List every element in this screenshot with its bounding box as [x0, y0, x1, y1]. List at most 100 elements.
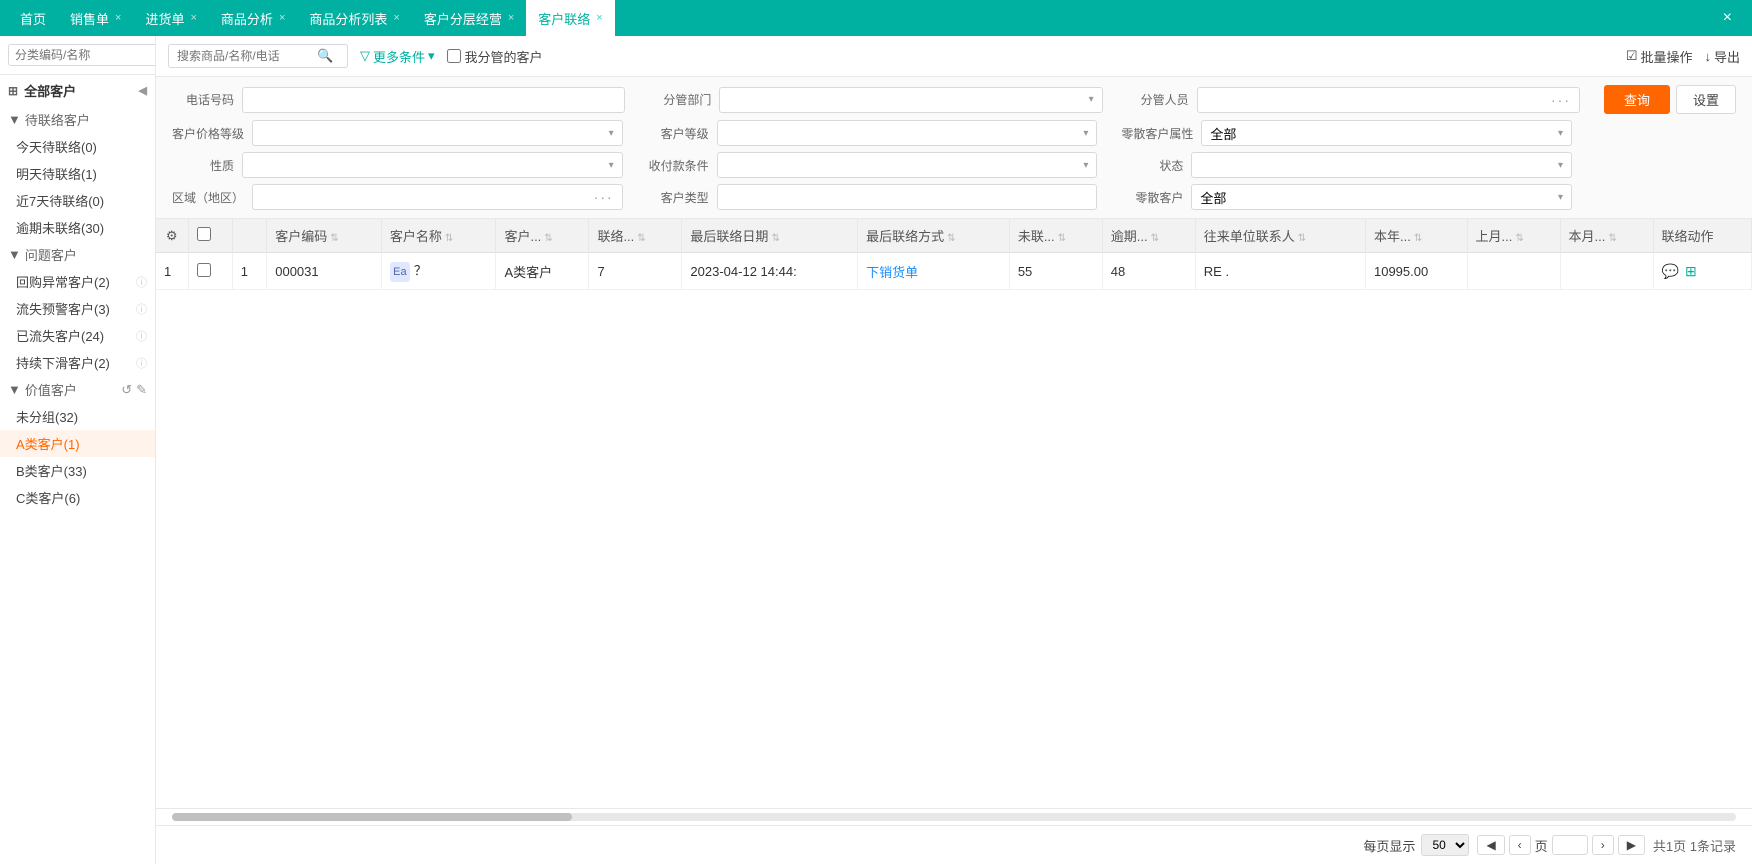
- my-customers-checkbox-wrap[interactable]: 我分管的客户: [447, 47, 543, 66]
- page-input[interactable]: 1: [1552, 835, 1588, 855]
- chevron-status-icon: ▾: [1558, 160, 1563, 171]
- sidebar-item-today[interactable]: 今天待联络(0): [0, 133, 155, 160]
- chat-icon[interactable]: 💬: [1662, 263, 1679, 280]
- filter-bar: 🔍 ▽ 更多条件 ▾ 我分管的客户 ☑ 批量操作 ↓ 导出: [156, 36, 1752, 77]
- settings-button[interactable]: 设置: [1676, 85, 1736, 114]
- sidebar-item-repurchase-abnormal[interactable]: 回购异常客户(2) ⓘ: [0, 268, 155, 295]
- close-sales-tab[interactable]: ×: [115, 12, 121, 24]
- edit-icon[interactable]: ✎: [136, 382, 147, 398]
- filter-cell-customer-type: 客户类型: [647, 184, 1098, 210]
- filter-select-price-level[interactable]: ▾: [252, 120, 623, 146]
- nav-customer-contact[interactable]: 客户联络 ×: [526, 0, 614, 36]
- th-no-contact[interactable]: 未联...⇅: [1009, 219, 1102, 253]
- sidebar-item-c-class[interactable]: C类客户(6): [0, 484, 155, 511]
- th-overdue[interactable]: 逾期...⇅: [1102, 219, 1195, 253]
- select-all-checkbox[interactable]: [197, 227, 211, 241]
- th-type[interactable]: 客户...⇅: [496, 219, 589, 253]
- last-page-button[interactable]: ▶: [1618, 835, 1645, 855]
- sort-name-icon: ⇅: [445, 233, 453, 244]
- info-icon-4: ⓘ: [136, 355, 147, 371]
- sidebar-item-churn-warning[interactable]: 流失预警客户(3) ⓘ: [0, 295, 155, 322]
- th-action: 联络动作: [1653, 219, 1752, 253]
- filter-select-retail[interactable]: 全部 ▾: [1191, 184, 1572, 210]
- th-last-month[interactable]: 上月...⇅: [1467, 219, 1560, 253]
- filter-select-payment[interactable]: ▾: [717, 152, 1098, 178]
- nav-sales[interactable]: 销售单 ×: [58, 0, 133, 36]
- td-last-contact-date: 2023-04-12 14:44:: [682, 253, 858, 290]
- more-filters-button[interactable]: ▽ 更多条件 ▾: [360, 47, 435, 66]
- td-row-num: 1: [232, 253, 267, 290]
- filter-label-dept: 分管部门: [649, 91, 719, 108]
- close-customer-segment-tab[interactable]: ×: [508, 12, 514, 24]
- page-label: 页: [1535, 836, 1548, 855]
- filter-select-nature[interactable]: ▾: [242, 152, 623, 178]
- sidebar-item-overdue[interactable]: 逾期未联络(30): [0, 214, 155, 241]
- my-customers-checkbox[interactable]: [447, 49, 461, 63]
- export-button[interactable]: ↓ 导出: [1704, 47, 1740, 66]
- sidebar-all-customers[interactable]: ⊞ 全部客户 ◀: [0, 75, 155, 106]
- td-this-year: 10995.00: [1365, 253, 1467, 290]
- close-product-analysis-list-tab[interactable]: ×: [393, 12, 399, 24]
- sidebar-item-7days[interactable]: 近7天待联络(0): [0, 187, 155, 214]
- th-last-contact-date[interactable]: 最后联络日期⇅: [682, 219, 858, 253]
- search-input[interactable]: [177, 49, 317, 63]
- filter-label-manager: 分管人员: [1127, 91, 1197, 108]
- close-product-analysis-tab[interactable]: ×: [279, 12, 285, 24]
- filter-select-customer-level[interactable]: ▾: [717, 120, 1098, 146]
- sidebar-item-tomorrow[interactable]: 明天待联络(1): [0, 160, 155, 187]
- th-settings[interactable]: ⚙: [156, 219, 188, 253]
- sort-no-contact-icon: ⇅: [1058, 233, 1066, 244]
- filter-select-status[interactable]: ▾: [1191, 152, 1572, 178]
- arrow-icon-2: ▼: [8, 247, 21, 262]
- search-icon[interactable]: 🔍: [317, 48, 333, 64]
- th-contact[interactable]: 联络...⇅: [589, 219, 682, 253]
- th-code[interactable]: 客户编码⇅: [267, 219, 382, 253]
- prev-page-button[interactable]: ‹: [1509, 835, 1531, 855]
- sidebar-item-churned[interactable]: 已流失客户(24) ⓘ: [0, 322, 155, 349]
- info-icon-3: ⓘ: [136, 328, 147, 344]
- filter-select-retail-attr[interactable]: 全部 ▾: [1201, 120, 1572, 146]
- sort-this-month-icon: ⇅: [1608, 233, 1616, 244]
- close-customer-contact-tab[interactable]: ×: [596, 12, 602, 24]
- th-this-month[interactable]: 本月...⇅: [1560, 219, 1653, 253]
- sidebar-search-input[interactable]: [8, 44, 156, 66]
- filter-cell-price-level: 客户价格等级 ▾: [172, 120, 623, 146]
- td-checkbox: [188, 253, 232, 290]
- nav-customer-segment[interactable]: 客户分层经营 ×: [412, 0, 526, 36]
- sort-code-icon: ⇅: [330, 233, 338, 244]
- contact-method-link[interactable]: 下销货单: [866, 265, 918, 280]
- scrollbar-thumb[interactable]: [172, 813, 572, 821]
- query-button[interactable]: 查询: [1604, 85, 1670, 114]
- th-name[interactable]: 客户名称⇅: [381, 219, 496, 253]
- sidebar-item-b-class[interactable]: B类客户(33): [0, 457, 155, 484]
- nav-product-analysis-list[interactable]: 商品分析列表 ×: [297, 0, 411, 36]
- row-checkbox[interactable]: [197, 263, 211, 277]
- sidebar-item-declining[interactable]: 持续下滑客户(2) ⓘ: [0, 349, 155, 376]
- filter-label-phone: 电话号码: [172, 91, 242, 108]
- nav-home[interactable]: 首页: [8, 0, 58, 36]
- first-page-button[interactable]: ◀: [1477, 835, 1504, 855]
- filter-select-manager[interactable]: ···: [1197, 87, 1580, 113]
- sidebar-item-a-class[interactable]: A类客户(1): [0, 430, 155, 457]
- nav-product-analysis[interactable]: 商品分析 ×: [209, 0, 297, 36]
- th-unit-contact[interactable]: 往来单位联系人⇅: [1195, 219, 1365, 253]
- nav-purchase[interactable]: 进货单 ×: [133, 0, 208, 36]
- next-page-button[interactable]: ›: [1592, 835, 1614, 855]
- td-name: Ea？: [381, 253, 496, 290]
- table-row: 1 1 000031 Ea？ A类客户 7 2023-04-12 14:44: …: [156, 253, 1752, 290]
- per-page-select[interactable]: 50: [1421, 834, 1469, 856]
- batch-op-button[interactable]: ☑ 批量操作: [1626, 47, 1693, 66]
- th-this-year[interactable]: 本年...⇅: [1365, 219, 1467, 253]
- refresh-icon[interactable]: ↺: [121, 382, 132, 398]
- filter-select-dept[interactable]: ▾: [719, 87, 1102, 113]
- filter-label-status: 状态: [1121, 157, 1191, 174]
- chevron-down-icon: ▾: [428, 48, 435, 64]
- th-last-contact-method[interactable]: 最后联络方式⇅: [858, 219, 1010, 253]
- qr-icon[interactable]: ⊞: [1685, 263, 1697, 280]
- window-close-button[interactable]: ×: [1711, 9, 1744, 27]
- filter-input-customer-type[interactable]: [717, 184, 1098, 210]
- filter-input-phone[interactable]: [242, 87, 625, 113]
- filter-select-region[interactable]: ···: [252, 184, 623, 210]
- close-purchase-tab[interactable]: ×: [190, 12, 196, 24]
- sidebar-item-ungrouped[interactable]: 未分组(32): [0, 403, 155, 430]
